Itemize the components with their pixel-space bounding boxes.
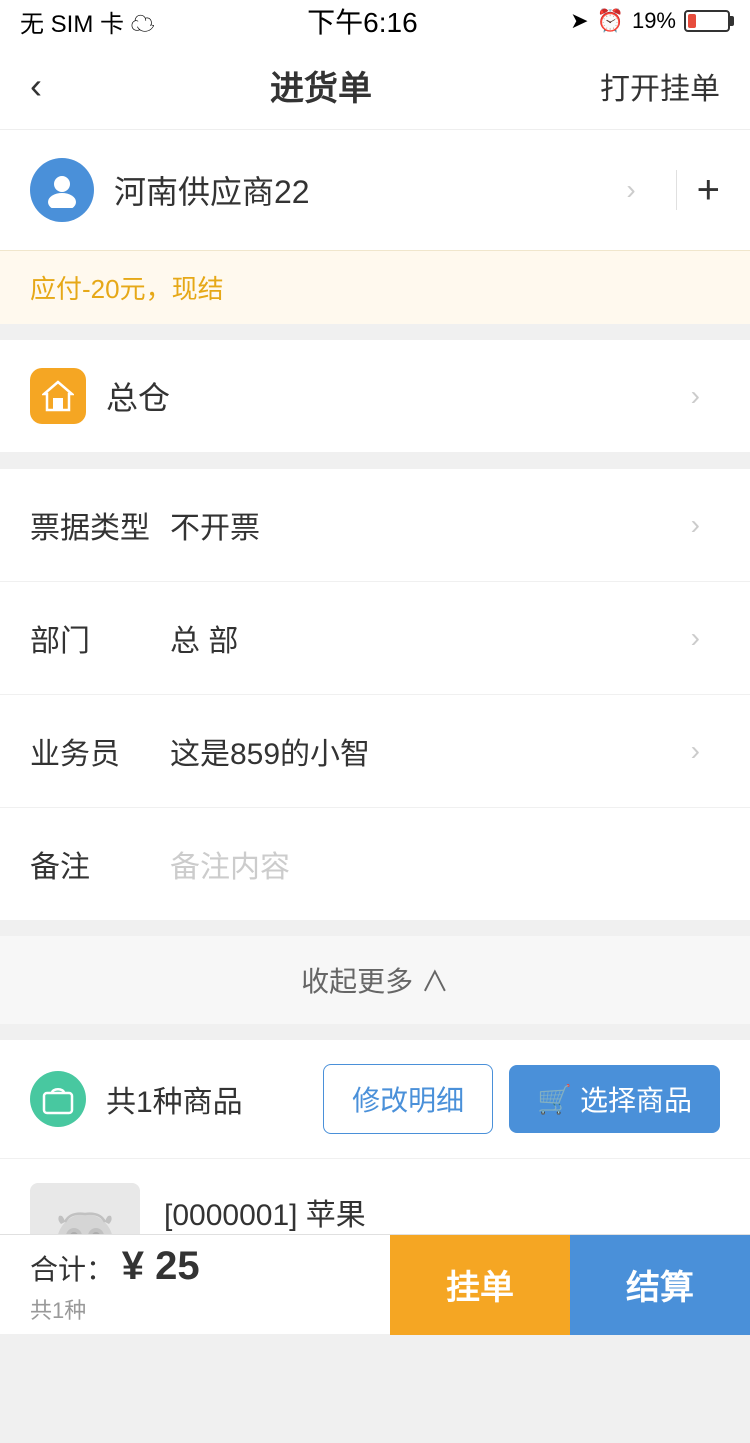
dept-label: 部门 (30, 616, 170, 660)
notice-text: 应付-20元，现结 (30, 274, 224, 304)
add-button[interactable]: + (697, 168, 720, 213)
invoice-type-label: 票据类型 (30, 503, 170, 547)
total-amount: ¥ 25 (122, 1244, 200, 1288)
cart-plus-icon: 🛒 (537, 1083, 572, 1116)
person-icon (44, 172, 80, 208)
warehouse-icon (30, 368, 86, 424)
nav-bar: ‹ 进货单 打开挂单 (0, 42, 750, 130)
sim-status: 无 SIM 卡 ☁ (20, 4, 155, 39)
remark-row[interactable]: 备注 备注内容 (0, 807, 750, 920)
home-icon (42, 380, 74, 412)
battery-icon (684, 10, 730, 32)
remark-input[interactable]: 备注内容 (170, 842, 720, 886)
total-label: 合计： (30, 1254, 114, 1285)
bottom-bar: 合计： ¥ 25 共1种 挂单 结算 (0, 1234, 750, 1334)
open-pending-button[interactable]: 打开挂单 (600, 64, 720, 108)
products-header: 共1种商品 修改明细 🛒 选择商品 (0, 1040, 750, 1158)
total-count: 共1种 (30, 1293, 360, 1325)
location-icon: ➤ (570, 8, 588, 34)
collapse-text: 收起更多 ∧ (301, 960, 449, 1000)
select-product-button[interactable]: 🛒 选择商品 (509, 1065, 720, 1133)
supplier-avatar (30, 158, 94, 222)
page-title: 进货单 (270, 61, 372, 110)
supplier-name: 河南供应商22 (114, 167, 626, 213)
notice-bar: 应付-20元，现结 (0, 250, 750, 324)
edit-detail-button[interactable]: 修改明细 (323, 1064, 493, 1134)
battery-percent: 19% (632, 8, 676, 34)
warehouse-row[interactable]: 总仓 › (0, 340, 750, 452)
product-count-text: 共1种商品 (106, 1077, 323, 1121)
status-bar: 无 SIM 卡 ☁ 下午6:16 ➤ ⏰ 19% (0, 0, 750, 42)
form-section: 票据类型 不开票 › 部门 总 部 › 业务员 这是859的小智 › 备注 备注… (0, 468, 750, 920)
back-button[interactable]: ‹ (30, 65, 42, 107)
invoice-type-row[interactable]: 票据类型 不开票 › (0, 468, 750, 581)
hold-button[interactable]: 挂单 (390, 1235, 570, 1335)
dept-row[interactable]: 部门 总 部 › (0, 581, 750, 694)
warehouse-name: 总仓 (106, 373, 691, 419)
invoice-type-value: 不开票 (170, 503, 691, 547)
dept-value: 总 部 (170, 616, 691, 660)
staff-value: 这是859的小智 (170, 729, 691, 773)
staff-label: 业务员 (30, 729, 170, 773)
invoice-chevron-icon: › (691, 509, 700, 541)
total-row: 合计： ¥ 25 (30, 1244, 360, 1289)
staff-row[interactable]: 业务员 这是859的小智 › (0, 694, 750, 807)
warehouse-chevron-icon: › (691, 380, 700, 412)
warehouse-section: 总仓 › (0, 340, 750, 452)
divider (676, 170, 677, 210)
supplier-section: 河南供应商22 › + 应付-20元，现结 (0, 130, 750, 324)
total-section: 合计： ¥ 25 共1种 (0, 1244, 390, 1325)
status-time: 下午6:16 (307, 1, 418, 41)
alarm-icon: ⏰ (597, 8, 624, 34)
status-right: ➤ ⏰ 19% (570, 8, 730, 34)
staff-chevron-icon: › (691, 735, 700, 767)
status-left: 无 SIM 卡 ☁ (20, 4, 155, 39)
chevron-right-icon: › (626, 174, 635, 206)
supplier-row[interactable]: 河南供应商22 › + (0, 130, 750, 250)
bottom-spacer (0, 1333, 750, 1443)
shopping-bag-icon (40, 1081, 76, 1117)
product-code: [0000001] 苹果 (164, 1199, 366, 1232)
product-count-icon (30, 1071, 86, 1127)
dept-chevron-icon: › (691, 622, 700, 654)
product-name: [0000001] 苹果 (164, 1190, 688, 1234)
checkout-button[interactable]: 结算 (570, 1235, 750, 1335)
remark-label: 备注 (30, 842, 170, 886)
collapse-row[interactable]: 收起更多 ∧ (0, 936, 750, 1024)
